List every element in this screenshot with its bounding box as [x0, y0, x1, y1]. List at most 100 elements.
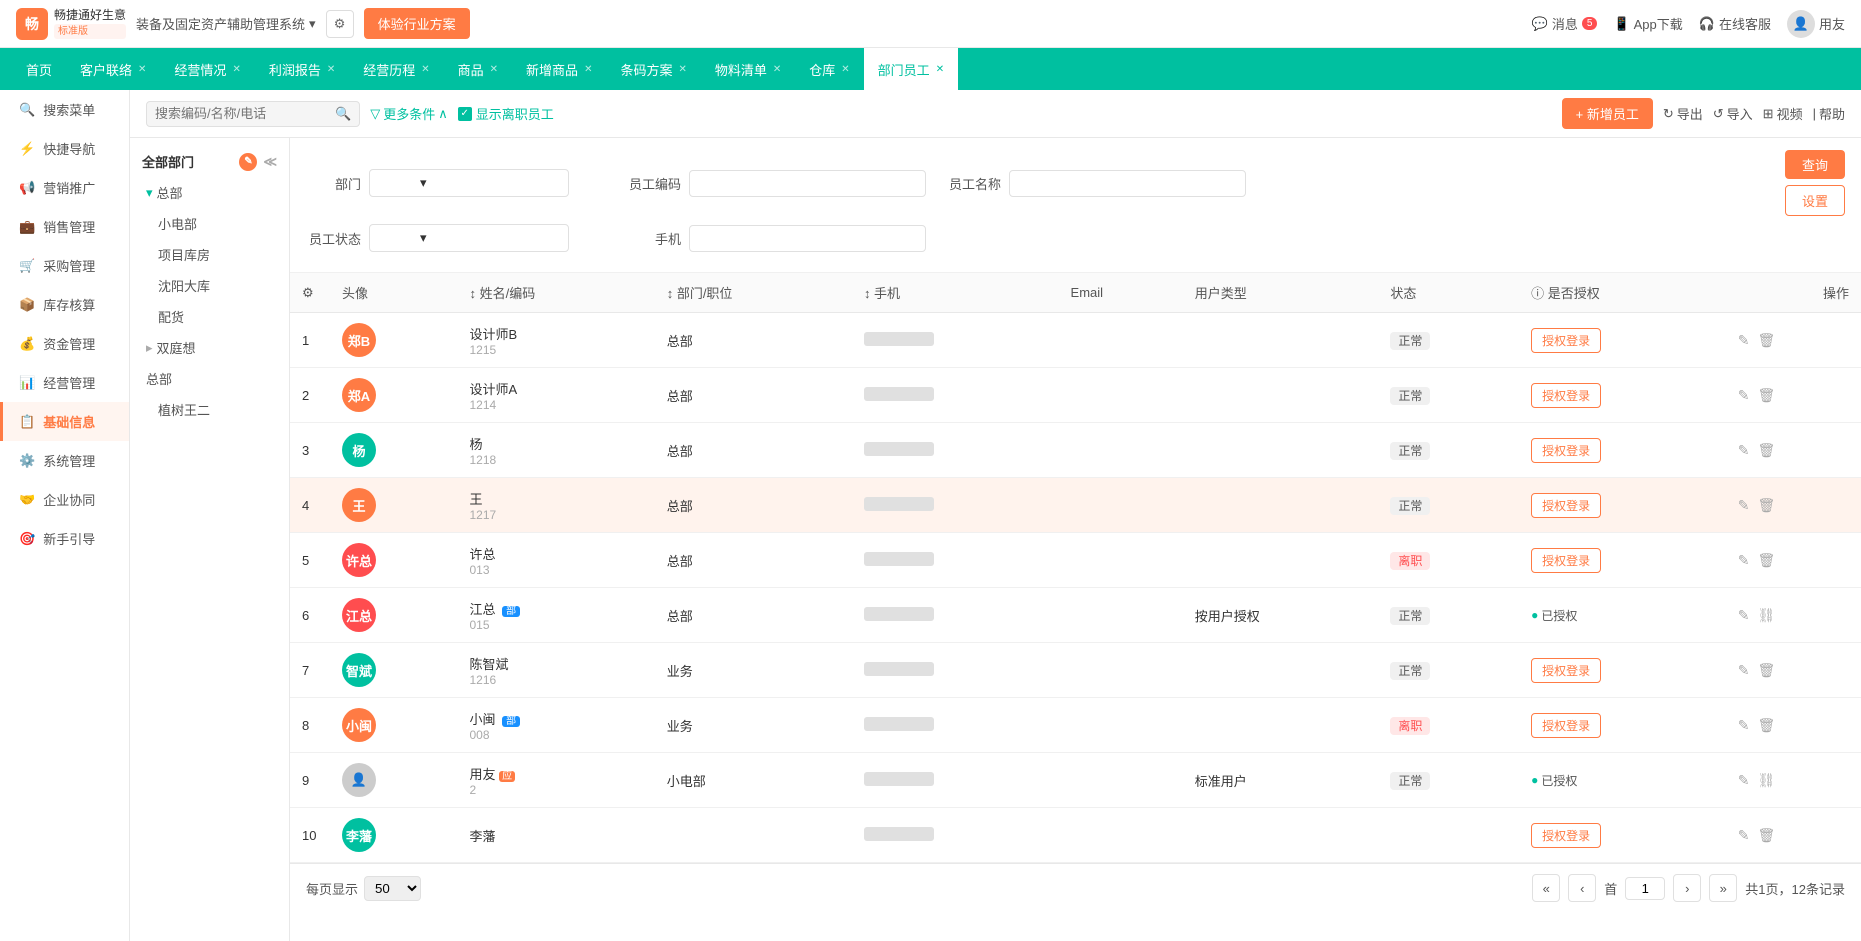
close-icon[interactable]: ✕ — [584, 64, 592, 75]
last-page-button[interactable]: » — [1709, 874, 1737, 902]
tab-barcode[interactable]: 条码方案 ✕ — [606, 48, 700, 90]
close-icon[interactable]: ✕ — [232, 64, 240, 75]
close-icon[interactable]: ✕ — [678, 64, 686, 75]
close-icon[interactable]: ✕ — [773, 64, 781, 75]
more-filter-button[interactable]: ▽ 更多条件 ∧ — [370, 104, 448, 123]
dept-node-zongbu2[interactable]: 总部 — [130, 363, 289, 394]
edit-icon[interactable]: ✎ — [1738, 607, 1750, 624]
dept-node-xiaodianbu[interactable]: 小电部 — [130, 208, 289, 239]
auth-button[interactable]: 授权登录 — [1531, 328, 1601, 353]
edit-icon[interactable]: ✎ — [1738, 497, 1750, 514]
message-button[interactable]: 💬 消息 5 — [1532, 14, 1598, 33]
emp-name-input[interactable] — [1009, 170, 1246, 197]
import-button[interactable]: ↺ 导入 — [1713, 104, 1753, 123]
auth-button[interactable]: 授权登录 — [1531, 438, 1601, 463]
sidebar-item-purchase[interactable]: 🛒 采购管理 — [0, 246, 129, 285]
delete-icon[interactable]: 🗑 — [1757, 497, 1775, 514]
auth-button[interactable]: 授权登录 — [1531, 823, 1601, 848]
help-button[interactable]: | 帮助 — [1813, 104, 1845, 123]
tab-customer[interactable]: 客户联络 ✕ — [66, 48, 160, 90]
tab-warehouse[interactable]: 仓库 ✕ — [795, 48, 863, 90]
show-resigned-toggle[interactable]: ✓ 显示离职员工 — [458, 104, 554, 123]
tab-operation[interactable]: 经营情况 ✕ — [160, 48, 254, 90]
auth-button[interactable]: 授权登录 — [1531, 548, 1601, 573]
th-phone[interactable]: ↕ 手机 — [852, 273, 1059, 313]
tab-profit[interactable]: 利润报告 ✕ — [255, 48, 349, 90]
sidebar-item-quick-nav[interactable]: ⚡ 快捷导航 — [0, 129, 129, 168]
sidebar-item-search[interactable]: 🔍 搜索菜单 — [0, 90, 129, 129]
edit-icon[interactable]: ✎ — [239, 153, 257, 171]
link-icon[interactable]: ⛓ — [1757, 607, 1775, 624]
edit-icon[interactable]: ✎ — [1738, 662, 1750, 679]
system-selector[interactable]: 装备及固定资产辅助管理系统 ▾ — [136, 14, 316, 33]
sidebar-item-sales[interactable]: 💼 销售管理 — [0, 207, 129, 246]
collapse-icon[interactable]: ≪ — [263, 154, 277, 170]
sidebar-item-operations[interactable]: 📊 经营管理 — [0, 363, 129, 402]
auth-button[interactable]: 授权登录 — [1531, 383, 1601, 408]
th-dept[interactable]: ↕ 部门/职位 — [655, 273, 852, 313]
delete-icon[interactable]: 🗑 — [1757, 717, 1775, 734]
edit-icon[interactable]: ✎ — [1738, 552, 1750, 569]
close-icon[interactable]: ✕ — [841, 64, 849, 75]
tab-new-goods[interactable]: 新增商品 ✕ — [512, 48, 606, 90]
close-icon[interactable]: ✕ — [490, 64, 498, 75]
delete-icon[interactable]: 🗑 — [1757, 442, 1775, 459]
search-input[interactable] — [155, 106, 335, 121]
dept-node-zongbu-expand[interactable]: ▾ 总部 — [130, 177, 289, 208]
sidebar-item-system[interactable]: ⚙️ 系统管理 — [0, 441, 129, 480]
delete-icon[interactable]: 🗑 — [1757, 662, 1775, 679]
dept-node-shenyang[interactable]: 沈阳大库 — [130, 270, 289, 301]
close-icon[interactable]: ✕ — [936, 64, 944, 75]
auth-button[interactable]: 授权登录 — [1531, 493, 1601, 518]
export-button[interactable]: ↻ 导出 — [1663, 104, 1703, 123]
tab-goods[interactable]: 商品 ✕ — [444, 48, 512, 90]
delete-icon[interactable]: 🗑 — [1757, 387, 1775, 404]
online-service-button[interactable]: 🎧 在线客服 — [1699, 14, 1771, 33]
status-select[interactable]: ▾ — [369, 224, 569, 252]
edit-icon[interactable]: ✎ — [1738, 387, 1750, 404]
trial-button[interactable]: 体验行业方案 — [364, 8, 470, 39]
user-menu[interactable]: 👤 用友 — [1787, 10, 1845, 38]
th-settings[interactable]: ⚙ — [290, 273, 330, 313]
phone-input[interactable] — [689, 225, 926, 252]
delete-icon[interactable]: 🗑 — [1757, 827, 1775, 844]
delete-icon[interactable]: 🗑 — [1757, 552, 1775, 569]
close-icon[interactable]: ✕ — [421, 64, 429, 75]
prev-page-button[interactable]: ‹ — [1568, 874, 1596, 902]
emp-code-input[interactable] — [689, 170, 926, 197]
next-page-button[interactable]: › — [1673, 874, 1701, 902]
sidebar-item-basic-info[interactable]: 📋 基础信息 — [0, 402, 129, 441]
page-number-input[interactable] — [1625, 877, 1665, 900]
close-icon[interactable]: ✕ — [138, 64, 146, 75]
edit-icon[interactable]: ✎ — [1738, 442, 1750, 459]
add-employee-button[interactable]: + 新增员工 — [1562, 98, 1653, 129]
edit-icon[interactable]: ✎ — [1738, 772, 1750, 789]
auth-button[interactable]: 授权登录 — [1531, 658, 1601, 683]
sidebar-item-finance[interactable]: 💰 资金管理 — [0, 324, 129, 363]
first-page-button[interactable]: « — [1532, 874, 1560, 902]
sidebar-item-marketing[interactable]: 📢 营销推广 — [0, 168, 129, 207]
edit-icon[interactable]: ✎ — [1738, 717, 1750, 734]
edit-icon[interactable]: ✎ — [1738, 827, 1750, 844]
dept-node-shuangtingxiang[interactable]: ▸ 双庭想 — [130, 332, 289, 363]
th-name[interactable]: ↕ 姓名/编码 — [457, 273, 654, 313]
sidebar-item-inventory[interactable]: 📦 库存核算 — [0, 285, 129, 324]
dept-node-zhishu[interactable]: 植树王二 — [130, 394, 289, 425]
view-button[interactable]: ⊞ 视频 — [1763, 104, 1803, 123]
sidebar-item-collab[interactable]: 🤝 企业协同 — [0, 480, 129, 519]
auth-button[interactable]: 授权登录 — [1531, 713, 1601, 738]
sidebar-item-guide[interactable]: 🎯 新手引导 — [0, 519, 129, 558]
delete-icon[interactable]: 🗑 — [1757, 332, 1775, 349]
link-icon[interactable]: ⛓ — [1757, 772, 1775, 789]
close-icon[interactable]: ✕ — [327, 64, 335, 75]
edit-icon[interactable]: ✎ — [1738, 332, 1750, 349]
dept-node-xiangmu[interactable]: 项目库房 — [130, 239, 289, 270]
dept-select[interactable]: ▾ — [369, 169, 569, 197]
tab-home[interactable]: 首页 — [12, 48, 66, 90]
gear-button[interactable]: ⚙ — [326, 10, 354, 38]
dept-node-peihuo[interactable]: 配货 — [130, 301, 289, 332]
tab-history[interactable]: 经营历程 ✕ — [349, 48, 443, 90]
tab-bom[interactable]: 物料清单 ✕ — [701, 48, 795, 90]
page-size-select[interactable]: 50 100 — [364, 876, 421, 901]
tab-department-employee[interactable]: 部门员工 ✕ — [864, 48, 958, 90]
